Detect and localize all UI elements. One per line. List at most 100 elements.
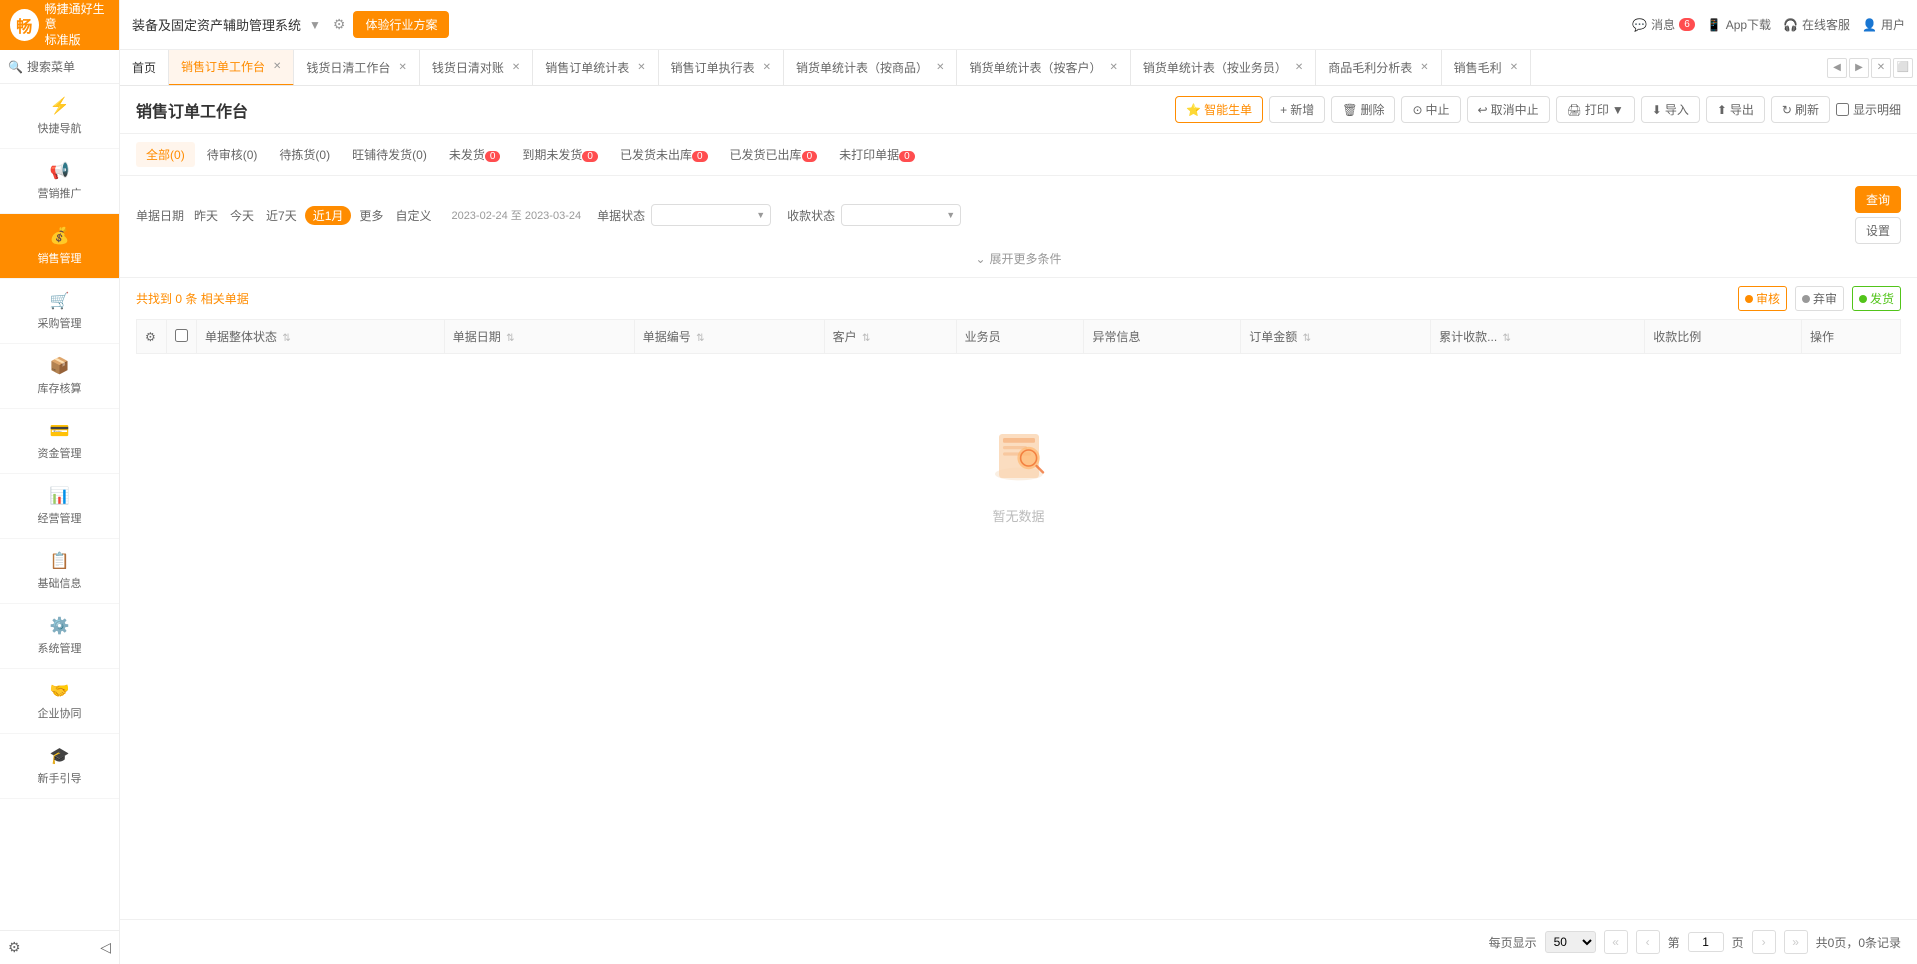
show-detail-checkbox[interactable]: 显示明细: [1836, 101, 1901, 118]
filter-date-range: 2023-02-24 至 2023-03-24: [451, 207, 581, 223]
tab-close-cash-reconcile[interactable]: ✕: [398, 62, 406, 73]
online-service-btn[interactable]: 🎧 在线客服: [1783, 16, 1850, 33]
tab-cash-reconcile[interactable]: 钱货日清工作台 ✕: [294, 50, 419, 86]
ship-action-btn[interactable]: 发货: [1852, 286, 1901, 311]
export-btn[interactable]: ⬆ 导出: [1706, 96, 1765, 123]
sub-tab-pending-review[interactable]: 待审核(0): [197, 142, 268, 167]
page-input[interactable]: [1688, 932, 1724, 952]
sidebar-item-finance[interactable]: 💳 资金管理: [0, 409, 119, 474]
page-size-select[interactable]: 50 20 100: [1545, 931, 1596, 953]
sidebar-item-sales[interactable]: 💰 销售管理: [0, 214, 119, 279]
filter-payment-select[interactable]: [841, 204, 961, 226]
stop-btn[interactable]: ⊙ 中止: [1401, 96, 1460, 123]
filter-date-item: 单据日期 昨天 今天 近7天 近1月 更多 自定义: [136, 205, 435, 226]
ship-dot: [1859, 295, 1867, 303]
tab-prev-btn[interactable]: ◀: [1827, 58, 1847, 78]
sidebar-item-marketing[interactable]: 📢 营销推广: [0, 149, 119, 214]
date-opt-1month[interactable]: 近1月: [305, 206, 352, 225]
sort-amount-icon[interactable]: ⇅: [1303, 333, 1311, 344]
tab-sales-summary-customer[interactable]: 销货单统计表（按客户） ✕: [957, 50, 1130, 86]
sidebar-item-operations[interactable]: 📊 经营管理: [0, 474, 119, 539]
settings-icon[interactable]: ⚙: [8, 939, 21, 956]
date-opt-7days[interactable]: 近7天: [262, 205, 301, 226]
tab-sales-stats[interactable]: 销售订单统计表 ✕: [533, 50, 658, 86]
settings-col-icon[interactable]: ⚙: [145, 330, 156, 344]
sort-date-icon[interactable]: ⇅: [506, 333, 514, 344]
print-btn[interactable]: 🖨 打印 ▼: [1556, 96, 1635, 123]
smart-order-btn[interactable]: ⭐ 智能生单: [1175, 96, 1263, 123]
sort-number-icon[interactable]: ⇅: [696, 333, 704, 344]
collapse-sidebar-icon[interactable]: ◁: [100, 939, 111, 956]
tab-close-sales-workbench[interactable]: ✕: [273, 61, 281, 72]
delete-btn[interactable]: 🗑 删除: [1331, 96, 1395, 123]
sort-customer-icon[interactable]: ⇅: [862, 333, 870, 344]
sidebar-item-basic-info[interactable]: 📋 基础信息: [0, 539, 119, 604]
sidebar-item-search[interactable]: 🔍 搜索菜单: [0, 50, 119, 84]
tab-sales-workbench[interactable]: 销售订单工作台 ✕: [169, 50, 294, 86]
tab-sales-profit[interactable]: 销售毛利 ✕: [1442, 50, 1531, 86]
query-btn[interactable]: 查询: [1855, 186, 1901, 213]
tab-sales-summary-product[interactable]: 销货单统计表（按商品） ✕: [784, 50, 957, 86]
app-download-btn[interactable]: 📱 App下载: [1707, 16, 1771, 33]
sub-tab-shipped-not-out[interactable]: 已发货未出库0: [610, 142, 718, 167]
filter-status-select[interactable]: [651, 204, 771, 226]
sidebar-item-inventory[interactable]: 📦 库存核算: [0, 344, 119, 409]
tab-cash-goods[interactable]: 钱货日清对账 ✕: [420, 50, 533, 86]
page-next-btn[interactable]: ›: [1752, 930, 1776, 954]
sidebar-item-quick-nav[interactable]: ⚡ 快捷导航: [0, 84, 119, 149]
review-action-btn[interactable]: 审核: [1738, 286, 1787, 311]
sub-tab-not-printed[interactable]: 未打印单据0: [829, 142, 925, 167]
sidebar-item-system[interactable]: ⚙️ 系统管理: [0, 604, 119, 669]
sub-tab-not-shipped[interactable]: 未发货0: [439, 142, 511, 167]
date-opt-yesterday[interactable]: 昨天: [190, 205, 222, 226]
message-btn[interactable]: 💬 消息 6: [1632, 16, 1695, 33]
tab-close-sales-profit[interactable]: ✕: [1510, 62, 1518, 73]
user-btn[interactable]: 👤 用户: [1862, 16, 1905, 33]
tab-close-sales-exec[interactable]: ✕: [763, 62, 771, 73]
sidebar-item-purchase[interactable]: 🛒 采购管理: [0, 279, 119, 344]
cancel-stop-btn[interactable]: ↩ 取消中止: [1467, 96, 1550, 123]
sub-tab-overdue[interactable]: 到期未发货0: [512, 142, 608, 167]
expand-more-btn[interactable]: ⌄ 展开更多条件: [136, 250, 1901, 267]
page-first-btn[interactable]: «: [1604, 930, 1628, 954]
tab-product-margin[interactable]: 商品毛利分析表 ✕: [1316, 50, 1441, 86]
sub-tab-shipped-out[interactable]: 已发货已出库0: [720, 142, 828, 167]
topbar-dropdown-icon[interactable]: ▼: [309, 18, 321, 32]
sub-tab-all[interactable]: 全部(0): [136, 142, 195, 167]
tab-sales-summary-staff[interactable]: 销货单统计表（按业务员） ✕: [1131, 50, 1316, 86]
tab-close-all-btn[interactable]: ✕: [1871, 58, 1891, 78]
page-last-btn[interactable]: »: [1784, 930, 1808, 954]
date-opt-custom[interactable]: 自定义: [391, 205, 435, 226]
tab-next-btn[interactable]: ▶: [1849, 58, 1869, 78]
sidebar-item-enterprise[interactable]: 🤝 企业协同: [0, 669, 119, 734]
filter-settings-btn[interactable]: 设置: [1855, 217, 1901, 244]
cancel-review-btn[interactable]: 弃审: [1795, 286, 1844, 311]
tab-sales-exec[interactable]: 销售订单执行表 ✕: [659, 50, 784, 86]
sub-tab-wangpu[interactable]: 旺铺待发货(0): [342, 142, 437, 167]
industry-btn[interactable]: 体验行业方案: [353, 11, 449, 38]
sidebar-item-guide[interactable]: 🎓 新手引导: [0, 734, 119, 799]
tab-close-cash-goods[interactable]: ✕: [512, 62, 520, 73]
tab-close-summary-customer[interactable]: ✕: [1109, 62, 1117, 73]
topbar-settings-icon[interactable]: ⚙: [333, 16, 346, 33]
sort-received-icon[interactable]: ⇅: [1503, 333, 1511, 344]
table-count: 共找到 0 条 相关单据: [136, 290, 249, 307]
col-customer: 客户 ⇅: [824, 320, 956, 354]
tab-close-sales-stats[interactable]: ✕: [637, 62, 645, 73]
tab-close-summary-product[interactable]: ✕: [936, 62, 944, 73]
sub-tab-pending-check[interactable]: 待拣货(0): [269, 142, 340, 167]
show-detail-input[interactable]: [1836, 103, 1849, 116]
sort-status-icon[interactable]: ⇅: [282, 333, 290, 344]
col-number: 单据编号 ⇅: [634, 320, 824, 354]
tab-close-summary-staff[interactable]: ✕: [1295, 62, 1303, 73]
tab-expand-btn[interactable]: ⬜: [1893, 58, 1913, 78]
select-all-checkbox[interactable]: [175, 329, 188, 342]
import-btn[interactable]: ⬇ 导入: [1641, 96, 1700, 123]
tab-close-product-margin[interactable]: ✕: [1420, 62, 1428, 73]
tab-home[interactable]: 首页: [120, 50, 169, 86]
add-btn[interactable]: + 新增: [1269, 96, 1325, 123]
date-opt-more[interactable]: 更多: [355, 205, 387, 226]
refresh-btn[interactable]: ↻ 刷新: [1771, 96, 1830, 123]
page-prev-btn[interactable]: ‹: [1636, 930, 1660, 954]
date-opt-today[interactable]: 今天: [226, 205, 258, 226]
